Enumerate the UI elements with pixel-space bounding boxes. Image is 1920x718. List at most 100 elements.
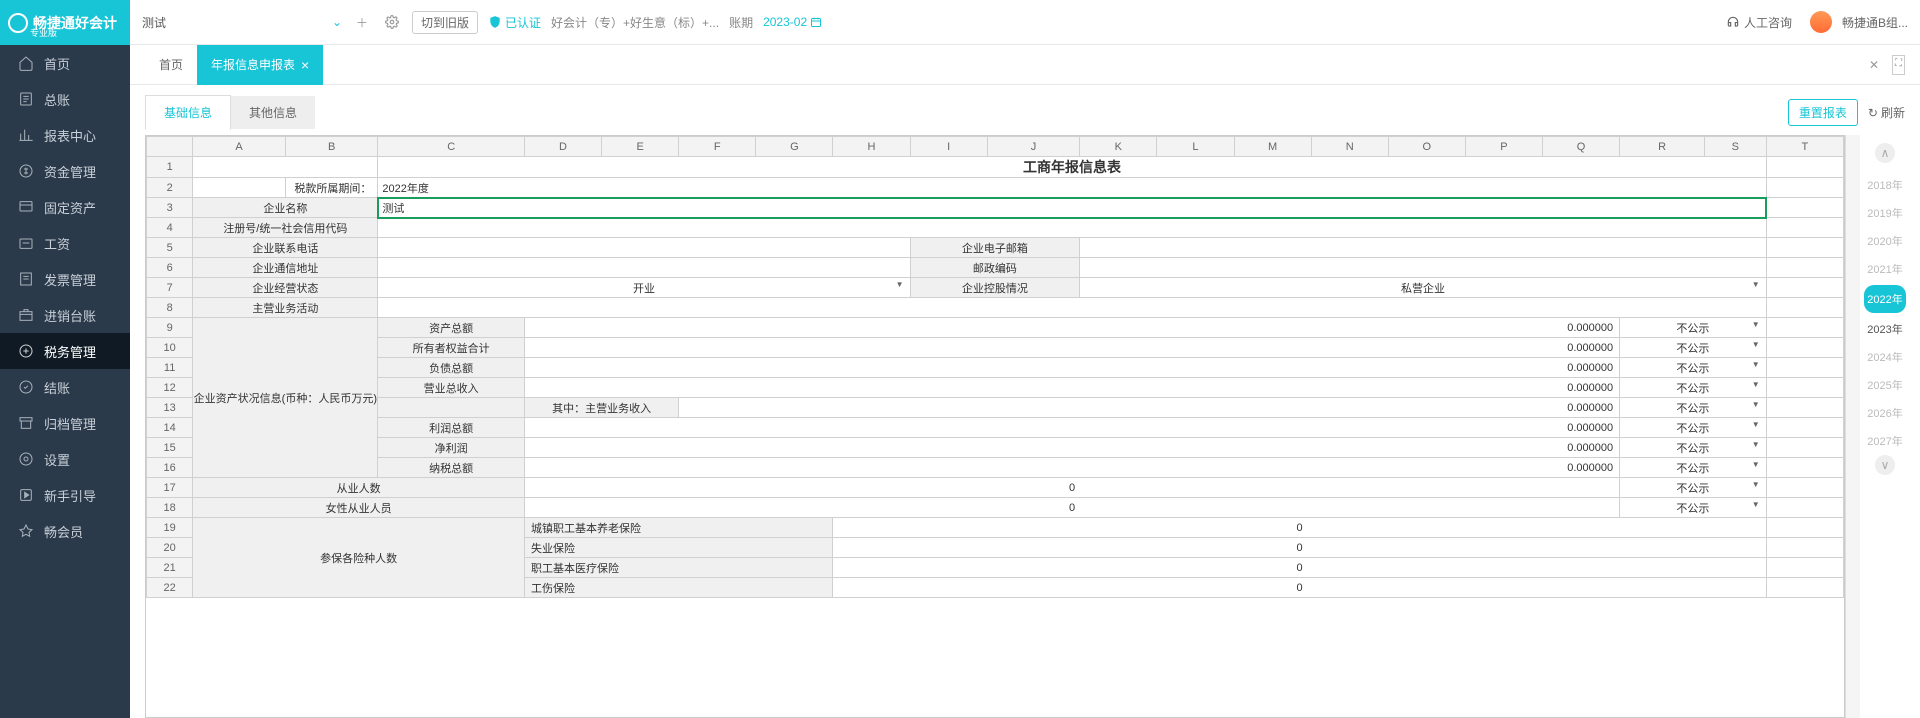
female-count-input[interactable]: 0 xyxy=(524,498,1619,518)
col-header[interactable] xyxy=(147,137,193,157)
row-header[interactable]: 17 xyxy=(147,478,193,498)
reset-report-button[interactable]: 重置报表 xyxy=(1788,99,1858,126)
phone-input[interactable] xyxy=(378,238,910,258)
row-header[interactable]: 10 xyxy=(147,338,193,358)
reg-number-input[interactable] xyxy=(378,218,1766,238)
refresh-button[interactable]: ↻ 刷新 xyxy=(1868,104,1905,121)
nav-stock[interactable]: 进销台账 xyxy=(0,297,130,333)
col-header[interactable]: I xyxy=(910,137,987,157)
nav-vip[interactable]: 畅会员 xyxy=(0,513,130,549)
col-header[interactable]: K xyxy=(1080,137,1157,157)
spreadsheet[interactable]: ABCDEFGHIJKLMNOPQRST 1工商年报信息表2税款所属期间：202… xyxy=(145,135,1845,718)
cell[interactable] xyxy=(1766,318,1843,338)
col-header[interactable]: F xyxy=(679,137,756,157)
amount-input[interactable]: 0.000000 xyxy=(524,418,1619,438)
cell[interactable] xyxy=(1766,498,1843,518)
cell[interactable] xyxy=(1766,278,1843,298)
row-header[interactable]: 2 xyxy=(147,178,193,198)
publish-select[interactable]: 不公示 xyxy=(1620,398,1767,418)
holding-select[interactable]: 私营企业 xyxy=(1080,278,1766,298)
cell[interactable] xyxy=(193,178,286,198)
year-option[interactable]: 2024年 xyxy=(1860,343,1910,371)
publish-select[interactable]: 不公示 xyxy=(1620,478,1767,498)
nav-archive[interactable]: 归档管理 xyxy=(0,405,130,441)
row-header[interactable]: 21 xyxy=(147,558,193,578)
nav-salary[interactable]: 工资 xyxy=(0,225,130,261)
col-header[interactable]: H xyxy=(833,137,910,157)
col-header[interactable]: R xyxy=(1620,137,1705,157)
tab-home[interactable]: 首页 xyxy=(145,45,197,85)
cell[interactable] xyxy=(1766,157,1843,178)
cell[interactable] xyxy=(1766,298,1843,318)
publish-select[interactable]: 不公示 xyxy=(1620,338,1767,358)
col-header[interactable]: Q xyxy=(1543,137,1620,157)
user-name[interactable]: 畅捷通B组... xyxy=(1842,14,1908,31)
col-header[interactable]: D xyxy=(524,137,601,157)
row-header[interactable]: 12 xyxy=(147,378,193,398)
nav-ledger[interactable]: 总账 xyxy=(0,81,130,117)
close-icon[interactable]: × xyxy=(301,57,309,73)
insurance-count-input[interactable]: 0 xyxy=(833,518,1766,538)
insurance-count-input[interactable]: 0 xyxy=(833,538,1766,558)
publish-select[interactable]: 不公示 xyxy=(1620,318,1767,338)
row-header[interactable]: 22 xyxy=(147,578,193,598)
cell[interactable] xyxy=(1766,258,1843,278)
row-header[interactable]: 9 xyxy=(147,318,193,338)
year-option[interactable]: 2021年 xyxy=(1860,255,1910,283)
year-option[interactable]: 2022年 xyxy=(1864,285,1906,313)
amount-input[interactable]: 0.000000 xyxy=(524,438,1619,458)
company-selector[interactable]: 测试 ⌄ xyxy=(142,14,342,31)
support-button[interactable]: 人工咨询 xyxy=(1726,14,1792,31)
col-header[interactable]: S xyxy=(1704,137,1766,157)
switch-old-version-button[interactable]: 切到旧版 xyxy=(412,11,478,34)
cell[interactable] xyxy=(193,157,378,178)
amount-input[interactable]: 0.000000 xyxy=(679,398,1620,418)
col-header[interactable]: N xyxy=(1311,137,1388,157)
cell[interactable] xyxy=(1766,378,1843,398)
zipcode-input[interactable] xyxy=(1080,258,1766,278)
cell[interactable] xyxy=(1766,438,1843,458)
cell[interactable] xyxy=(1766,198,1843,218)
row-header[interactable]: 8 xyxy=(147,298,193,318)
cell[interactable] xyxy=(1766,238,1843,258)
email-input[interactable] xyxy=(1080,238,1766,258)
year-option[interactable]: 2018年 xyxy=(1860,171,1910,199)
nav-money[interactable]: 资金管理 xyxy=(0,153,130,189)
row-header[interactable]: 6 xyxy=(147,258,193,278)
employee-count-input[interactable]: 0 xyxy=(524,478,1619,498)
vertical-scrollbar[interactable] xyxy=(1845,135,1860,718)
avatar[interactable] xyxy=(1810,11,1832,33)
nav-home[interactable]: 首页 xyxy=(0,45,130,81)
row-header[interactable]: 18 xyxy=(147,498,193,518)
row-header[interactable]: 15 xyxy=(147,438,193,458)
row-header[interactable]: 13 xyxy=(147,398,193,418)
row-header[interactable]: 20 xyxy=(147,538,193,558)
insurance-count-input[interactable]: 0 xyxy=(833,578,1766,598)
nav-chart[interactable]: 报表中心 xyxy=(0,117,130,153)
amount-input[interactable]: 0.000000 xyxy=(524,338,1619,358)
period-selector[interactable]: 2023-02 xyxy=(763,15,822,29)
publish-select[interactable]: 不公示 xyxy=(1620,418,1767,438)
cell[interactable] xyxy=(1766,218,1843,238)
company-name-input[interactable]: 测试 xyxy=(378,198,1766,218)
col-header[interactable]: J xyxy=(987,137,1080,157)
col-header[interactable]: B xyxy=(285,137,378,157)
nav-close[interactable]: 结账 xyxy=(0,369,130,405)
year-up-button[interactable]: ∧ xyxy=(1875,143,1895,163)
publish-select[interactable]: 不公示 xyxy=(1620,358,1767,378)
col-header[interactable]: P xyxy=(1465,137,1542,157)
col-header[interactable]: T xyxy=(1766,137,1843,157)
publish-select[interactable]: 不公示 xyxy=(1620,458,1767,478)
col-header[interactable]: O xyxy=(1388,137,1465,157)
publish-select[interactable]: 不公示 xyxy=(1620,378,1767,398)
publish-select[interactable]: 不公示 xyxy=(1620,498,1767,518)
nav-gear[interactable]: 设置 xyxy=(0,441,130,477)
amount-input[interactable]: 0.000000 xyxy=(524,318,1619,338)
gear-icon[interactable] xyxy=(382,12,402,32)
close-all-icon[interactable]: ✕ xyxy=(1864,55,1884,75)
cell[interactable] xyxy=(1766,398,1843,418)
row-header[interactable]: 14 xyxy=(147,418,193,438)
subtab-other[interactable]: 其他信息 xyxy=(231,96,315,129)
row-header[interactable]: 11 xyxy=(147,358,193,378)
year-option[interactable]: 2026年 xyxy=(1860,399,1910,427)
